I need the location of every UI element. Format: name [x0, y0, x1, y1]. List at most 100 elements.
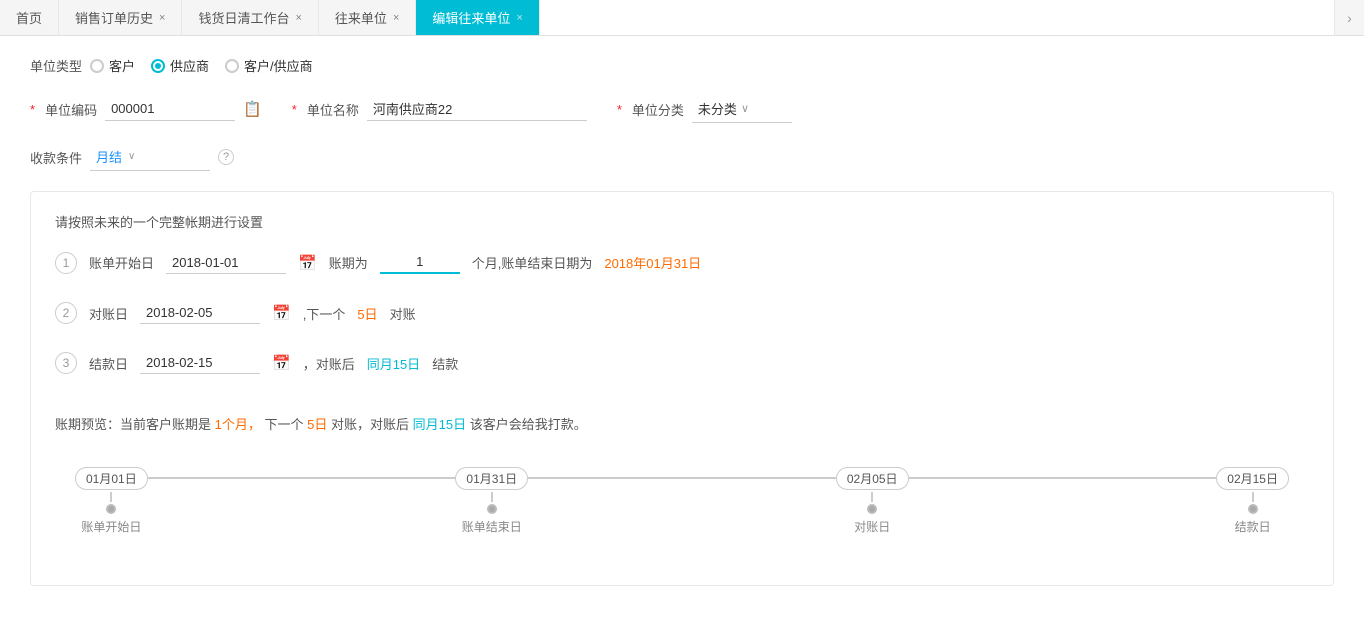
tab-home-label: 首页 [16, 8, 42, 27]
timeline-badge-4: 02月15日 [1216, 467, 1289, 490]
unit-type-row: 单位类型 客户 供应商 客户/供应商 [30, 56, 1334, 75]
help-icon[interactable]: ? [218, 149, 234, 165]
step-2-label: 对账日 [89, 304, 128, 323]
timeline-connector-3 [871, 492, 873, 502]
timeline-point-4: 02月15日 结款日 [1216, 467, 1289, 535]
step-3-num: 3 [55, 352, 77, 374]
timeline-label-2: 账单结束日 [462, 518, 522, 535]
tab-sales-history[interactable]: 销售订单历史 × [59, 0, 182, 35]
tab-partners[interactable]: 往来单位 × [319, 0, 416, 35]
step-1-end-date: 2018年01月31日 [604, 253, 701, 272]
radio-both-circle [225, 59, 239, 73]
unit-type-field: 单位类型 客户 供应商 客户/供应商 [30, 56, 313, 75]
step-1-calendar-icon[interactable]: 📅 [298, 254, 317, 272]
step-3-row: 3 结款日 📅 ，对账后 同月15日 结款 [55, 352, 1309, 374]
step-1-date-input[interactable] [166, 252, 286, 274]
timeline-connector-4 [1252, 492, 1254, 502]
tab-partners-close[interactable]: × [393, 12, 399, 24]
preview-reconcile-suffix: 对账，对账后 [331, 417, 409, 432]
radio-both[interactable]: 客户/供应商 [225, 56, 313, 75]
unit-info-row: * 单位编码 📋 * 单位名称 * 单位分类 未分类 ∨ [30, 95, 1334, 123]
timeline-badge-2: 01月31日 [455, 467, 528, 490]
timeline-container: 01月01日 账单开始日 01月31日 账单结束日 02月05日 [55, 457, 1309, 565]
step-3-calendar-icon[interactable]: 📅 [272, 354, 291, 372]
step-2-date-input[interactable] [140, 302, 260, 324]
preview-text: 账期预览：当前客户账期是 1个月， 下一个 5日 对账，对账后 同月15日 该客… [55, 414, 1309, 433]
preview-reconcile-prefix: 下一个 [265, 417, 304, 432]
unit-category-label: 单位分类 [632, 100, 684, 119]
radio-supplier[interactable]: 供应商 [151, 56, 209, 75]
step-1-label: 账单开始日 [89, 253, 154, 272]
main-content: 单位类型 客户 供应商 客户/供应商 * 单位编码 [0, 36, 1364, 622]
step-1-num: 1 [55, 252, 77, 274]
preview-payment-highlight: 同月15日 [413, 417, 466, 432]
unit-code-input[interactable] [105, 97, 235, 121]
unit-category-arrow: ∨ [741, 102, 749, 115]
tab-edit-partner[interactable]: 编辑往来单位 × [416, 0, 539, 35]
radio-customer-circle [90, 59, 104, 73]
timeline-dot-1 [106, 504, 116, 514]
timeline-badge-3: 02月05日 [836, 467, 909, 490]
step-1-row: 1 账单开始日 📅 账期为 个月,账单结束日期为 2018年01月31日 [55, 251, 1309, 274]
payment-term-arrow: ∨ [128, 151, 135, 162]
tab-sales-history-label: 销售订单历史 [75, 8, 153, 27]
tab-edit-partner-label: 编辑往来单位 [432, 8, 510, 27]
unit-code-label: 单位编码 [45, 100, 97, 119]
payment-term-row: 收款条件 月结 ∨ ? [30, 143, 1334, 171]
preview-reconcile-highlight: 5日 [307, 417, 327, 432]
timeline-dot-2 [487, 504, 497, 514]
unit-code-star: * [30, 102, 35, 117]
step-1-suffix: 个月,账单结束日期为 [472, 253, 593, 272]
unit-name-star: * [292, 102, 297, 117]
step-1-period-input[interactable] [380, 251, 460, 274]
radio-group-unit-type: 客户 供应商 客户/供应商 [90, 56, 313, 75]
timeline-point-1: 01月01日 账单开始日 [75, 467, 148, 535]
timeline-label-4: 结款日 [1235, 518, 1271, 535]
unit-code-field: * 单位编码 📋 [30, 97, 262, 121]
unit-category-value: 未分类 [698, 99, 737, 118]
radio-both-label: 客户/供应商 [244, 56, 313, 75]
timeline-dot-4 [1248, 504, 1258, 514]
unit-code-icon[interactable]: 📋 [243, 100, 262, 118]
step-3-date-input[interactable] [140, 352, 260, 374]
tab-home[interactable]: 首页 [0, 0, 59, 35]
step-3-desc-suffix: 结款 [432, 354, 458, 373]
tab-scroll-arrow[interactable]: › [1334, 0, 1364, 35]
tab-cashflow[interactable]: 钱货日清工作台 × [182, 0, 318, 35]
preview-payment-suffix: 该客户会给我打款。 [470, 417, 587, 432]
step-2-desc-suffix: 对账 [390, 304, 416, 323]
radio-customer[interactable]: 客户 [90, 56, 135, 75]
step-3-label: 结款日 [89, 354, 128, 373]
unit-name-label: 单位名称 [307, 100, 359, 119]
preview-period: 1个月， [215, 417, 261, 432]
timeline-points: 01月01日 账单开始日 01月31日 账单结束日 02月05日 [75, 467, 1289, 535]
timeline-badge-1: 01月01日 [75, 467, 148, 490]
step-3-highlight: 同月15日 [367, 354, 420, 373]
tab-cashflow-close[interactable]: × [295, 12, 301, 24]
step-3-desc-prefix: ，对账后 [303, 354, 355, 373]
tab-edit-partner-close[interactable]: × [516, 12, 522, 24]
payment-term-select[interactable]: 月结 ∨ [90, 143, 210, 171]
tab-sales-history-close[interactable]: × [159, 12, 165, 24]
step-2-row: 2 对账日 📅 ,下一个 5日 对账 [55, 302, 1309, 324]
step-2-desc-prefix: ,下一个 [303, 304, 346, 323]
unit-name-input[interactable] [367, 97, 587, 121]
unit-category-field: * 单位分类 未分类 ∨ [617, 95, 792, 123]
unit-type-label: 单位类型 [30, 56, 82, 75]
radio-customer-label: 客户 [109, 56, 135, 75]
step-1-period-label: 账期为 [329, 253, 368, 272]
radio-supplier-circle [151, 59, 165, 73]
timeline-dot-3 [867, 504, 877, 514]
preview-section: 账期预览：当前客户账期是 1个月， 下一个 5日 对账，对账后 同月15日 该客… [55, 402, 1309, 565]
unit-name-field: * 单位名称 [292, 97, 587, 121]
timeline-connector-2 [491, 492, 493, 502]
unit-category-select[interactable]: 未分类 ∨ [692, 95, 792, 123]
unit-category-star: * [617, 102, 622, 117]
settings-title: 请按照未来的一个完整帐期进行设置 [55, 212, 1309, 231]
step-2-calendar-icon[interactable]: 📅 [272, 304, 291, 322]
timeline-point-3: 02月05日 对账日 [836, 467, 909, 535]
timeline-connector-1 [110, 492, 112, 502]
step-2-highlight: 5日 [357, 304, 377, 323]
settings-box: 请按照未来的一个完整帐期进行设置 1 账单开始日 📅 账期为 个月,账单结束日期… [30, 191, 1334, 586]
payment-term-field: 收款条件 月结 ∨ ? [30, 143, 234, 171]
